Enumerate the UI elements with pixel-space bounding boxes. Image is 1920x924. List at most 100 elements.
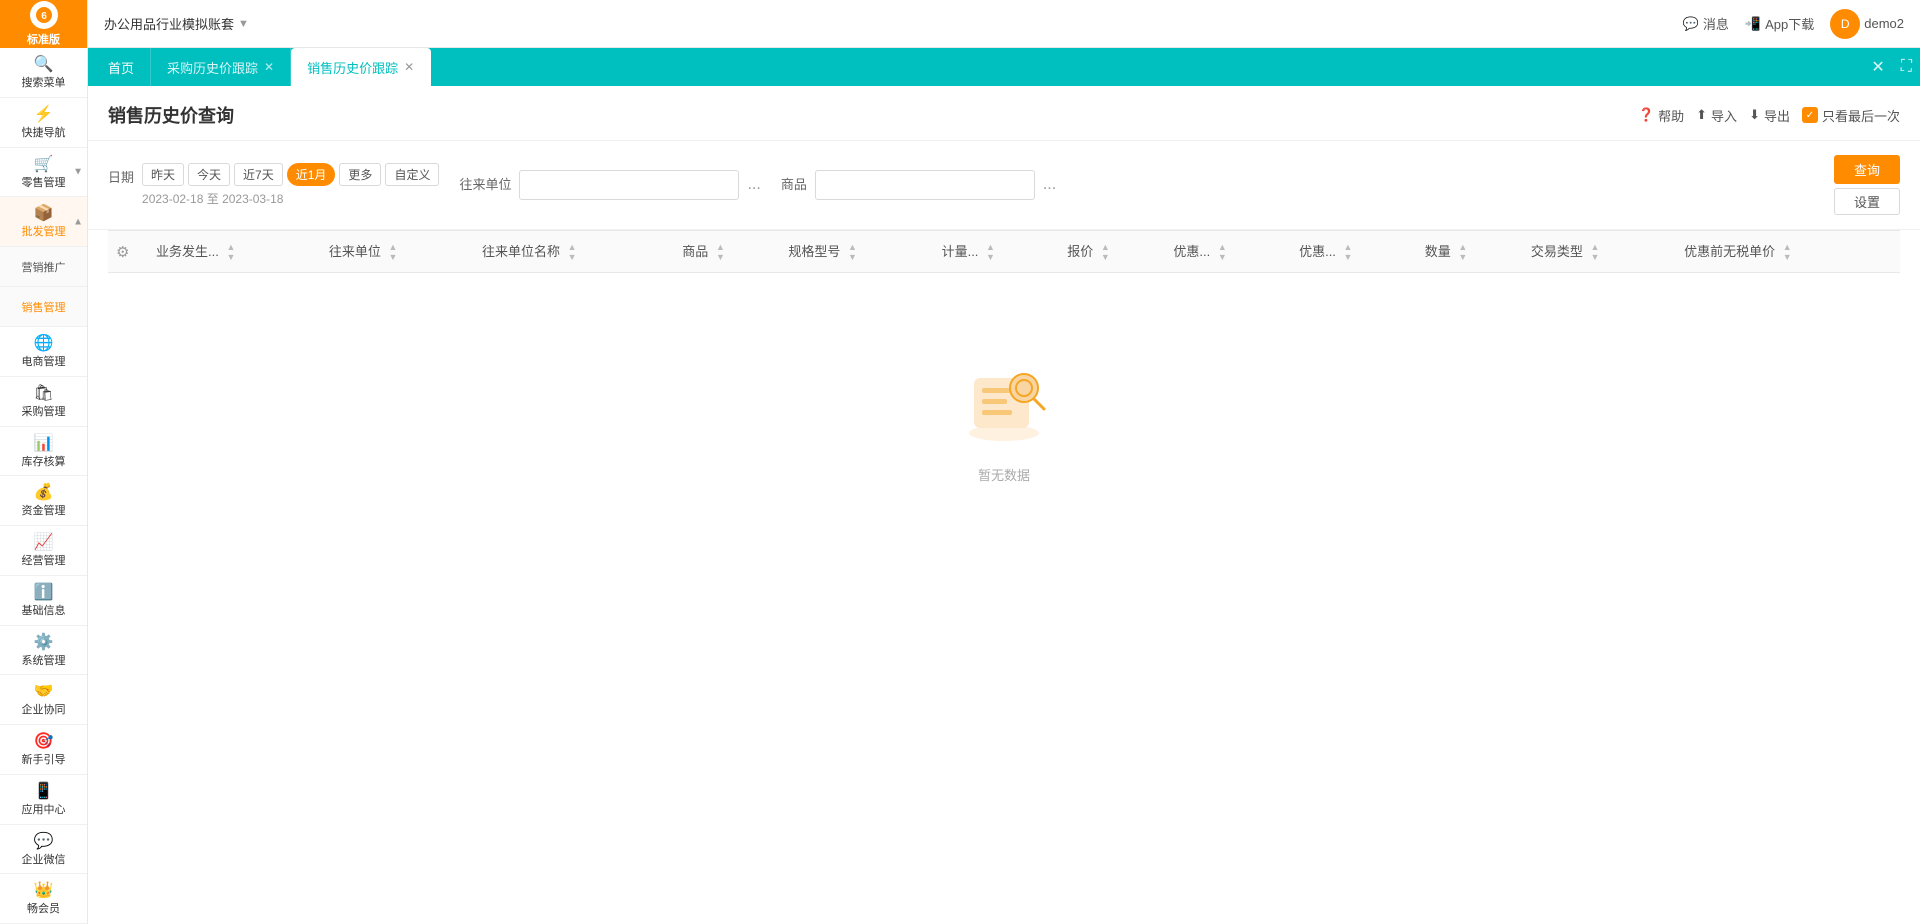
th-quote[interactable]: 报价 ▲▼ [1059,231,1165,273]
close-tab-icon[interactable]: ✕ [1867,53,1888,81]
th-trade-type[interactable]: 交易类型 ▲▼ [1523,231,1676,273]
chevron-up-icon: ▲ [73,216,83,227]
wholesale-icon: 📦 [34,203,54,223]
sidebar-item-manage[interactable]: 📈 经营管理 [0,526,87,576]
sidebar-sub-item-sales[interactable]: 销售管理 [0,287,87,327]
sidebar-item-label: 畅会员 [27,902,60,916]
page-content: 销售历史价查询 ❓ 帮助 ⬆ 导入 ⬇ 导出 ✓ 只看最后一次 [88,86,1920,924]
import-icon: ⬆ [1696,107,1707,123]
th-discount1[interactable]: 优惠... ▲▼ [1165,231,1291,273]
sidebar-item-wholesale[interactable]: 📦 批发管理 ▲ [0,197,87,247]
member-icon: 👑 [34,880,54,900]
sidebar-item-guide[interactable]: 🎯 新手引导 [0,725,87,775]
tab-sales-history[interactable]: 销售历史价跟踪 ✕ [291,48,431,86]
user-action[interactable]: D demo2 [1830,9,1904,39]
checkbox-checked-icon: ✓ [1802,107,1818,123]
sidebar-item-retail[interactable]: 🛒 零售管理 ▼ [0,148,87,198]
help-icon: ❓ [1638,107,1654,123]
finance-icon: 💰 [34,482,54,502]
sidebar-item-label: 应用中心 [22,803,66,817]
sidebar-item-finance[interactable]: 💰 资金管理 [0,476,87,526]
wechat-icon: 💬 [34,831,54,851]
sidebar-item-inventory[interactable]: 📊 库存核算 [0,427,87,477]
sidebar-item-search[interactable]: 🔍 搜索菜单 [0,48,87,98]
sort-icon: ▲▼ [848,243,857,262]
date-btn-more[interactable]: 更多 [339,163,381,186]
sidebar-item-label: 系统管理 [22,654,66,668]
date-btn-today[interactable]: 今天 [188,163,230,186]
product-filter-group: 商品 ... [781,170,1056,200]
sidebar-item-info[interactable]: ℹ️ 基础信息 [0,576,87,626]
sidebar-item-label: 零售管理 [22,176,66,190]
th-qty[interactable]: 数量 ▲▼ [1417,231,1523,273]
only-last-label: 只看最后一次 [1822,106,1900,125]
partner-input-group: ... [519,170,760,200]
export-label: 导出 [1764,106,1790,125]
date-btn-custom[interactable]: 自定义 [385,163,439,186]
th-notax-price[interactable]: 优惠前无税单价 ▲▼ [1676,231,1900,273]
page-actions: ❓ 帮助 ⬆ 导入 ⬇ 导出 ✓ 只看最后一次 [1638,106,1900,125]
product-input-group: ... [815,170,1056,200]
th-spec[interactable]: 规格型号 ▲▼ [780,231,933,273]
sidebar-item-label: 采购管理 [22,405,66,419]
sidebar-item-label: 库存核算 [22,455,66,469]
date-btn-1month[interactable]: 近1月 [287,163,336,186]
sidebar-item-app[interactable]: 📱 应用中心 [0,775,87,825]
tab-home[interactable]: 首页 [92,48,151,86]
purchase-icon: 🛍 [33,383,53,403]
sidebar-item-collab[interactable]: 🤝 企业协同 [0,675,87,725]
import-label: 导入 [1711,106,1737,125]
export-action[interactable]: ⬇ 导出 [1749,106,1790,125]
tab-bar: 首页 采购历史价跟踪 ✕ 销售历史价跟踪 ✕ ✕ ⛶ [88,48,1920,86]
help-action[interactable]: ❓ 帮助 [1638,106,1684,125]
settings-button[interactable]: 设置 [1834,188,1900,215]
date-btn-7days[interactable]: 近7天 [234,163,283,186]
sidebar-item-member[interactable]: 👑 畅会员 [0,874,87,924]
search-icon: 🔍 [34,54,54,74]
sidebar-item-purchase[interactable]: 🛍 采购管理 [0,377,87,427]
sidebar-item-label: 批发管理 [22,225,66,239]
topbar: 办公用品行业模拟账套 ▼ 💬 消息 📲 App下载 D demo2 [88,0,1920,48]
partner-dots-icon[interactable]: ... [747,176,760,194]
only-last-action[interactable]: ✓ 只看最后一次 [1802,106,1900,125]
partner-filter-label: 往来单位 [459,170,511,193]
sidebar-item-label: 快捷导航 [22,126,66,140]
date-btn-yesterday[interactable]: 昨天 [142,163,184,186]
th-bizdate[interactable]: 业务发生... ▲▼ [148,231,321,273]
sort-icon: ▲▼ [986,243,995,262]
company-selector[interactable]: 办公用品行业模拟账套 ▼ [104,14,249,33]
sidebar-item-ecom[interactable]: 🌐 电商管理 [0,327,87,377]
tabs-right-actions: ✕ ⛶ [1867,53,1916,81]
table-area: ⚙ 业务发生... ▲▼ 往来单位 ▲▼ 往来单位名称 ▲▼ [88,230,1920,544]
sidebar: 6 标准版 🔍 搜索菜单 ⚡ 快捷导航 🛒 零售管理 ▼ 📦 批发管理 ▲ 营销… [0,0,88,924]
close-icon[interactable]: ✕ [264,61,274,73]
th-discount2[interactable]: 优惠... ▲▼ [1291,231,1417,273]
sidebar-item-nav[interactable]: ⚡ 快捷导航 [0,98,87,148]
th-product[interactable]: 商品 ▲▼ [674,231,780,273]
tab-purchase-history[interactable]: 采购历史价跟踪 ✕ [151,48,291,86]
download-action[interactable]: 📲 App下载 [1745,14,1814,33]
query-button[interactable]: 查询 [1834,155,1900,184]
gear-icon[interactable]: ⚙ [116,244,129,261]
topbar-right: 💬 消息 📲 App下载 D demo2 [1683,9,1904,39]
partner-filter-group: 往来单位 ... [459,170,760,200]
message-icon: 💬 [1683,16,1699,32]
th-partner-code[interactable]: 往来单位 ▲▼ [321,231,474,273]
close-icon[interactable]: ✕ [404,61,414,73]
import-action[interactable]: ⬆ 导入 [1696,106,1737,125]
product-dots-icon[interactable]: ... [1043,176,1056,194]
sidebar-item-system[interactable]: ⚙️ 系统管理 [0,626,87,676]
data-table: ⚙ 业务发生... ▲▼ 往来单位 ▲▼ 往来单位名称 ▲▼ [108,230,1900,273]
date-buttons: 昨天 今天 近7天 近1月 更多 自定义 [142,163,439,186]
partner-input[interactable] [519,170,739,200]
message-action[interactable]: 💬 消息 [1683,14,1729,33]
sidebar-item-wechat[interactable]: 💬 企业微信 [0,825,87,875]
product-input[interactable] [815,170,1035,200]
empty-state: 暂无数据 [108,273,1900,544]
maximize-icon[interactable]: ⛶ [1897,54,1916,80]
th-partner-name[interactable]: 往来单位名称 ▲▼ [474,231,674,273]
chevron-down-icon: ▼ [238,18,249,30]
sidebar-sub-item-label: 营销推广 [22,259,66,275]
th-unit[interactable]: 计量... ▲▼ [934,231,1060,273]
sidebar-sub-item-marketing[interactable]: 营销推广 [0,247,87,287]
